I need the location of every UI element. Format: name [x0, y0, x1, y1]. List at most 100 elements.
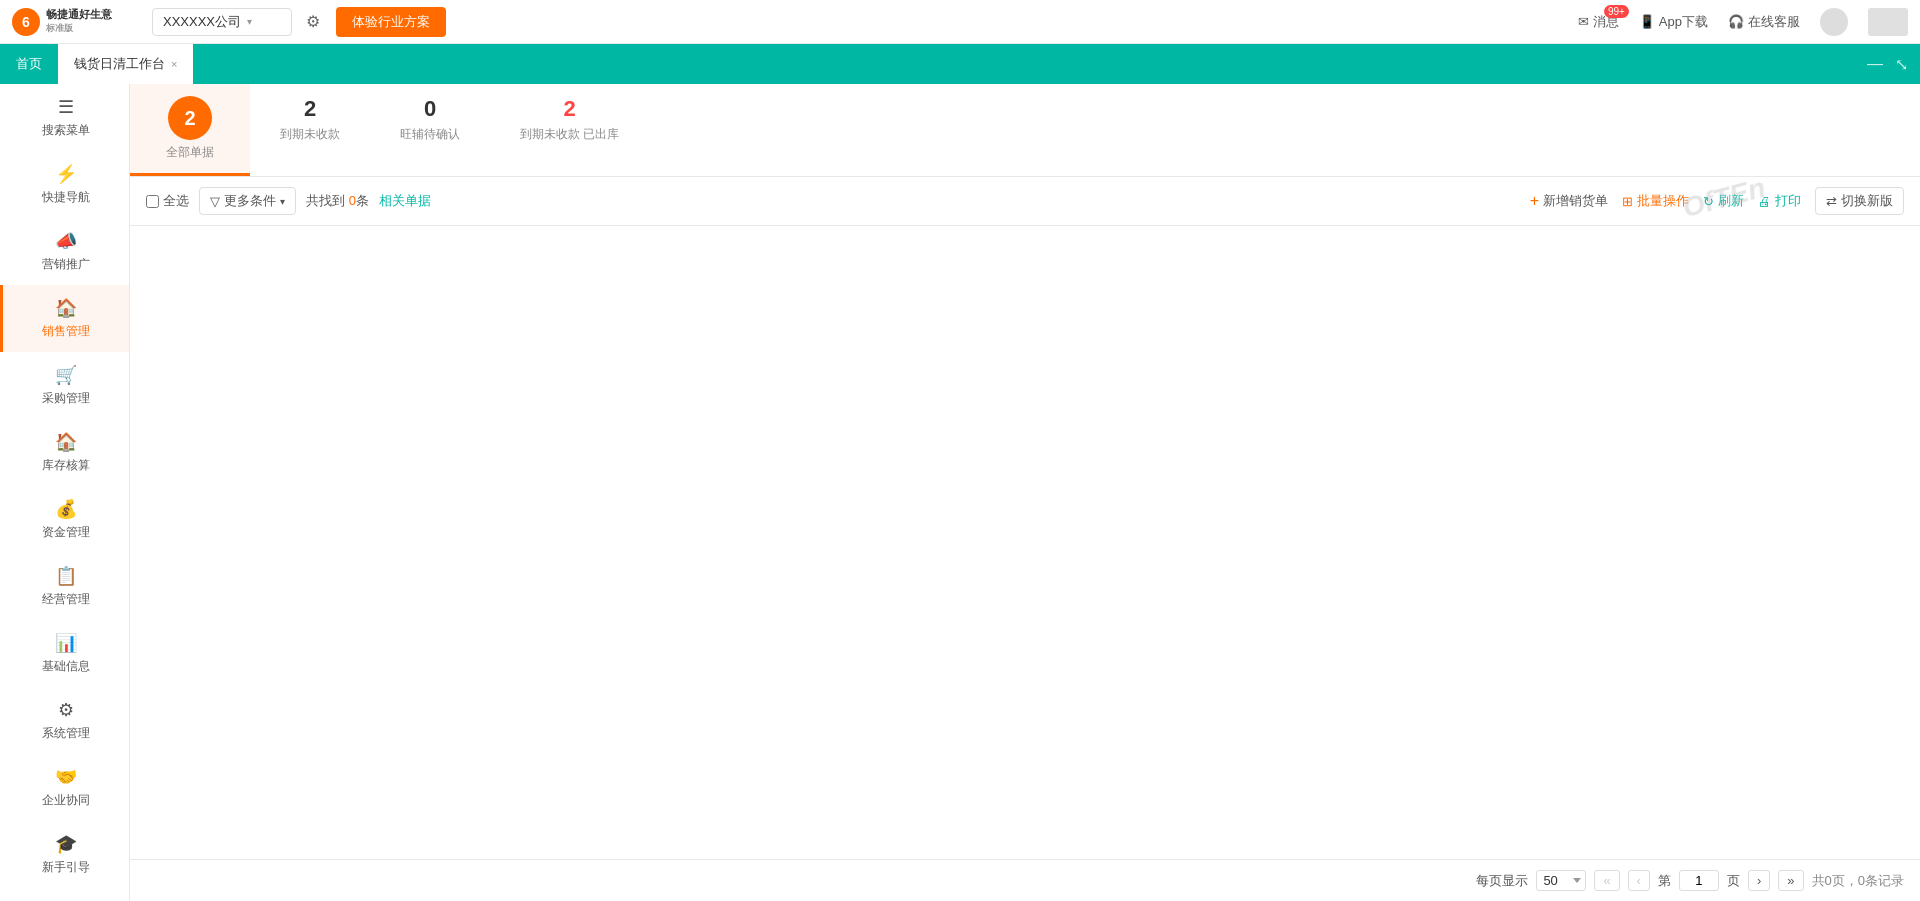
plus-icon: +: [1530, 192, 1539, 210]
stat-tab-all[interactable]: 2 全部单据: [130, 84, 250, 176]
switch-icon: ⇄: [1826, 194, 1837, 209]
search-menu-icon: ☰: [58, 96, 74, 118]
stat-tab-overdue-unpaid[interactable]: 2 到期未收款: [250, 84, 370, 176]
table-area: [130, 226, 1920, 859]
stat-tab-wangpu-pending[interactable]: 0 旺辅待确认: [370, 84, 490, 176]
related-bills-link[interactable]: 相关单据: [379, 192, 431, 210]
new-sale-bill-btn[interactable]: + 新增销货单: [1530, 192, 1608, 210]
batch-ops-icon: ⊞: [1622, 194, 1633, 209]
sidebar-label-basic-info: 基础信息: [42, 658, 90, 675]
sidebar-item-operations[interactable]: 📋 经营管理: [0, 553, 129, 620]
per-page-select[interactable]: 50 20 100: [1536, 870, 1586, 891]
header-right: ✉ 消息 99+ 📱 App下载 🎧 在线客服: [1578, 8, 1908, 36]
logo: 6 畅捷通好生意 标准版: [12, 8, 142, 36]
system-icon: ⚙: [58, 699, 74, 721]
refresh-label: 刷新: [1718, 192, 1744, 210]
select-all-checkbox[interactable]: [146, 195, 159, 208]
sidebar-item-system[interactable]: ⚙ 系统管理: [0, 687, 129, 754]
main-layout: ☰ 搜索菜单 ⚡ 快捷导航 📣 营销推广 🏠 销售管理 🛒 采购管理 🏠 库存核…: [0, 84, 1920, 901]
sidebar: ☰ 搜索菜单 ⚡ 快捷导航 📣 营销推广 🏠 销售管理 🛒 采购管理 🏠 库存核…: [0, 84, 130, 901]
tab-money-goods[interactable]: 钱货日清工作台 ×: [58, 44, 193, 84]
stats-bar: 2 全部单据 2 到期未收款 0 旺辅待确认 2 到期未收款 已出库: [130, 84, 1920, 177]
toolbar-left: 全选 ▽ 更多条件 ▾ 共找到 0条 相关单据: [146, 187, 431, 215]
messages-badge: 99+: [1604, 5, 1629, 18]
found-text: 共找到 0条: [306, 192, 369, 210]
more-filters-btn[interactable]: ▽ 更多条件 ▾: [199, 187, 296, 215]
pagination-bar: 每页显示 50 20 100 « ‹ 第 页 › » 共0页，0条记录: [130, 859, 1920, 901]
settings-icon[interactable]: ⚙: [302, 8, 324, 35]
sidebar-item-newbie-guide[interactable]: 🎓 新手引导: [0, 821, 129, 888]
company-name: XXXXXX公司: [163, 13, 241, 31]
sidebar-item-capital[interactable]: 💰 资金管理: [0, 486, 129, 553]
purchase-icon: 🛒: [55, 364, 77, 386]
toolbar: 全选 ▽ 更多条件 ▾ 共找到 0条 相关单据 + 新增销货单 ⊞: [130, 177, 1920, 226]
sidebar-label-quick-nav: 快捷导航: [42, 189, 90, 206]
logo-text-block: 畅捷通好生意 标准版: [46, 8, 112, 34]
refresh-icon: ↻: [1703, 194, 1714, 209]
stat-tab-overdue-unshipped[interactable]: 2 到期未收款 已出库: [490, 84, 649, 176]
found-count: 0: [349, 193, 356, 208]
page-input[interactable]: [1679, 870, 1719, 891]
stat-label-all: 全部单据: [166, 144, 214, 161]
online-service-label: 在线客服: [1748, 13, 1800, 31]
stat-num-wangpu-pending: 0: [424, 96, 436, 122]
sidebar-item-sales[interactable]: 🏠 销售管理: [0, 285, 129, 352]
user-name-placeholder: [1868, 8, 1908, 36]
enterprise-collab-icon: 🤝: [55, 766, 77, 788]
print-btn[interactable]: 🖨 打印: [1758, 192, 1801, 210]
nav-tabs: 首页 钱货日清工作台 × — ⤡: [0, 44, 1920, 84]
select-all-label[interactable]: 全选: [146, 192, 189, 210]
next-page-btn[interactable]: ›: [1748, 870, 1770, 891]
sidebar-label-sales: 销售管理: [42, 323, 90, 340]
switch-new-btn[interactable]: ⇄ 切换新版: [1815, 187, 1904, 215]
company-selector[interactable]: XXXXXX公司 ▾: [152, 8, 292, 36]
app-download-item[interactable]: 📱 App下载: [1639, 13, 1708, 31]
total-info: 共0页，0条记录: [1812, 872, 1904, 890]
sidebar-label-newbie-guide: 新手引导: [42, 859, 90, 876]
sidebar-label-enterprise-collab: 企业协同: [42, 792, 90, 809]
print-icon: 🖨: [1758, 194, 1771, 209]
sidebar-label-operations: 经营管理: [42, 591, 90, 608]
messages-item[interactable]: ✉ 消息 99+: [1578, 13, 1619, 31]
page-label-prefix: 第: [1658, 872, 1671, 890]
stat-label-overdue-unpaid: 到期未收款: [280, 126, 340, 143]
app-badge: 标准版: [46, 22, 112, 35]
sidebar-item-quick-nav[interactable]: ⚡ 快捷导航: [0, 151, 129, 218]
sidebar-item-search-menu[interactable]: ☰ 搜索菜单: [0, 84, 129, 151]
user-avatar[interactable]: [1820, 8, 1848, 36]
phone-icon: 📱: [1639, 14, 1655, 29]
batch-ops-btn[interactable]: ⊞ 批量操作: [1622, 192, 1689, 210]
last-page-btn[interactable]: »: [1778, 870, 1803, 891]
sidebar-item-marketing[interactable]: 📣 营销推广: [0, 218, 129, 285]
online-service-item[interactable]: 🎧 在线客服: [1728, 13, 1800, 31]
maximize-icon[interactable]: ⤡: [1895, 55, 1908, 74]
prev-page-btn[interactable]: ‹: [1628, 870, 1650, 891]
capital-icon: 💰: [55, 498, 77, 520]
batch-ops-label: 批量操作: [1637, 192, 1689, 210]
tab-close-icon[interactable]: ×: [171, 58, 177, 70]
print-label: 打印: [1775, 192, 1801, 210]
tab-home[interactable]: 首页: [0, 44, 58, 84]
tab-money-goods-label: 钱货日清工作台: [74, 55, 165, 73]
filter-icon: ▽: [210, 194, 220, 209]
sidebar-label-purchase: 采购管理: [42, 390, 90, 407]
sidebar-item-basic-info[interactable]: 📊 基础信息: [0, 620, 129, 687]
sidebar-item-app-center[interactable]: 🛍 应用中心: [0, 888, 129, 901]
sidebar-label-search-menu: 搜索菜单: [42, 122, 90, 139]
first-page-btn[interactable]: «: [1594, 870, 1619, 891]
more-filters-label: 更多条件: [224, 192, 276, 210]
trial-button[interactable]: 体验行业方案: [336, 7, 446, 37]
sidebar-item-inventory[interactable]: 🏠 库存核算: [0, 419, 129, 486]
sidebar-label-capital: 资金管理: [42, 524, 90, 541]
filter-chevron-icon: ▾: [280, 196, 285, 207]
sidebar-item-purchase[interactable]: 🛒 采购管理: [0, 352, 129, 419]
refresh-btn[interactable]: ↻ 刷新: [1703, 192, 1744, 210]
sidebar-label-system: 系统管理: [42, 725, 90, 742]
sidebar-label-inventory: 库存核算: [42, 457, 90, 474]
tab-home-label: 首页: [16, 55, 42, 73]
sidebar-item-enterprise-collab[interactable]: 🤝 企业协同: [0, 754, 129, 821]
nav-tabs-spacer: [193, 44, 1855, 84]
newbie-guide-icon: 🎓: [55, 833, 77, 855]
minimize-icon[interactable]: —: [1867, 55, 1883, 73]
operations-icon: 📋: [55, 565, 77, 587]
